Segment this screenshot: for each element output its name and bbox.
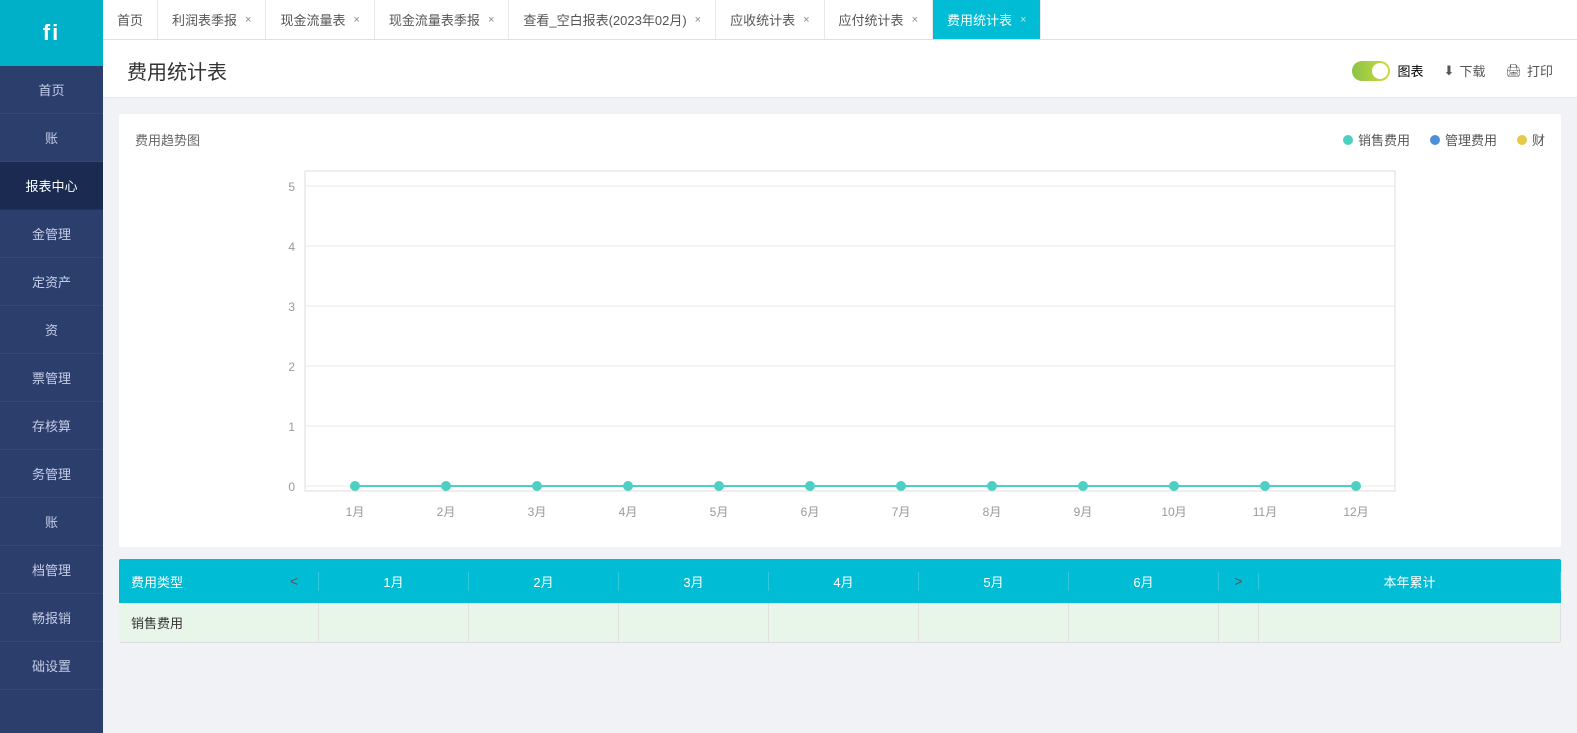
tab-cashflow[interactable]: 现金流量表 ×	[266, 0, 374, 39]
chart-toggle[interactable]	[1352, 61, 1390, 81]
th-type: 费用类型 <	[119, 572, 319, 591]
td-ytd	[1259, 603, 1561, 642]
sidebar: fi 首页 账 报表中心 金管理 定资产 资 票管理 存核算 务管理 账 档管理…	[0, 0, 103, 733]
chart-container: 5 4 3 2 1 0 1月 2月	[135, 161, 1545, 531]
th-m1: 1月	[319, 572, 469, 591]
legend-dot-sales	[1343, 135, 1353, 145]
svg-text:9月: 9月	[1074, 505, 1093, 519]
svg-text:7月: 7月	[892, 505, 911, 519]
sidebar-item-inventory[interactable]: 存核算	[0, 402, 103, 450]
svg-text:2: 2	[288, 360, 295, 374]
td-m4	[769, 603, 919, 642]
trend-chart: 5 4 3 2 1 0 1月 2月	[135, 161, 1545, 531]
tab-close-blank-report[interactable]: ×	[695, 14, 701, 26]
nav-next-arrow[interactable]: >	[1226, 573, 1250, 589]
header-actions: 图表 ⬇ 下载 🖨 打印	[1352, 61, 1553, 81]
legend-admin: 管理费用	[1430, 130, 1497, 149]
legend-label-finance: 财	[1532, 130, 1545, 149]
sidebar-item-salary[interactable]: 资	[0, 306, 103, 354]
svg-text:4: 4	[288, 240, 295, 254]
nav-next-cell: >	[1219, 573, 1259, 589]
sidebar-item-fund[interactable]: 金管理	[0, 210, 103, 258]
svg-text:2月: 2月	[437, 505, 456, 519]
tab-close-receivable[interactable]: ×	[803, 14, 809, 26]
td-m1	[319, 603, 469, 642]
svg-text:8月: 8月	[983, 505, 1002, 519]
td-m6	[1069, 603, 1219, 642]
chart-title: 费用趋势图	[135, 130, 200, 149]
td-m2	[469, 603, 619, 642]
tab-close-cashflow-q[interactable]: ×	[488, 14, 494, 26]
sidebar-item-sales[interactable]: 畅报销	[0, 594, 103, 642]
chart-toggle-wrap: 图表	[1352, 61, 1424, 81]
nav-prev-arrow[interactable]: <	[282, 573, 306, 589]
th-m3: 3月	[619, 572, 769, 591]
svg-text:4月: 4月	[619, 505, 638, 519]
table-row: 销售费用	[119, 603, 1561, 643]
svg-text:1: 1	[288, 420, 295, 434]
print-icon: 🖨	[1505, 63, 1522, 79]
th-m4: 4月	[769, 572, 919, 591]
page-title: 费用统计表	[127, 56, 227, 85]
tab-cashflow-q[interactable]: 现金流量表季报 ×	[375, 0, 509, 39]
download-button[interactable]: ⬇ 下载	[1444, 61, 1486, 80]
svg-text:3: 3	[288, 300, 295, 314]
tab-blank-report[interactable]: 查看_空白报表(2023年02月) ×	[509, 0, 716, 39]
tab-receivable[interactable]: 应收统计表 ×	[716, 0, 824, 39]
chart-toggle-label: 图表	[1398, 61, 1424, 80]
svg-text:0: 0	[288, 480, 295, 494]
th-m5: 5月	[919, 572, 1069, 591]
sidebar-item-account[interactable]: 账	[0, 114, 103, 162]
legend-label-sales: 销售费用	[1358, 130, 1410, 149]
sidebar-item-assets[interactable]: 定资产	[0, 258, 103, 306]
legend-label-admin: 管理费用	[1445, 130, 1497, 149]
legend-dot-admin	[1430, 135, 1440, 145]
legend-sales: 销售费用	[1343, 130, 1410, 149]
tab-bar: 首页 利润表季报 × 现金流量表 × 现金流量表季报 × 查看_空白报表(202…	[103, 0, 1577, 40]
download-icon: ⬇	[1444, 63, 1455, 79]
sidebar-item-settings[interactable]: 础设置	[0, 642, 103, 690]
sidebar-item-ledger[interactable]: 账	[0, 498, 103, 546]
sidebar-item-service[interactable]: 务管理	[0, 450, 103, 498]
th-ytd: 本年累计	[1259, 572, 1561, 591]
chart-legend: 销售费用 管理费用 财	[1343, 130, 1545, 149]
tab-close-cashflow[interactable]: ×	[353, 14, 359, 26]
svg-text:11月: 11月	[1253, 505, 1277, 519]
table-header: 费用类型 < 1月 2月 3月 4月 5月 6月 > 本年累计	[119, 559, 1561, 603]
sidebar-item-invoice[interactable]: 票管理	[0, 354, 103, 402]
sidebar-item-home[interactable]: 首页	[0, 66, 103, 114]
svg-text:6月: 6月	[801, 505, 820, 519]
print-button[interactable]: 🖨 打印	[1505, 61, 1553, 80]
td-m5	[919, 603, 1069, 642]
td-m3	[619, 603, 769, 642]
svg-text:5月: 5月	[710, 505, 729, 519]
tab-expense[interactable]: 费用统计表 ×	[933, 0, 1041, 39]
svg-text:10月: 10月	[1161, 505, 1186, 519]
page-header: 费用统计表 图表 ⬇ 下载 🖨 打印	[103, 40, 1577, 98]
svg-text:1月: 1月	[346, 505, 365, 519]
svg-text:12月: 12月	[1343, 505, 1368, 519]
svg-text:5: 5	[288, 180, 295, 194]
chart-section: 费用趋势图 销售费用 管理费用 财	[119, 114, 1561, 547]
tab-close-payable[interactable]: ×	[912, 14, 918, 26]
sidebar-item-archive[interactable]: 档管理	[0, 546, 103, 594]
tab-home[interactable]: 首页	[103, 0, 158, 39]
td-type: 销售费用	[119, 603, 319, 642]
content-area: 费用统计表 图表 ⬇ 下载 🖨 打印 费用趋势图	[103, 40, 1577, 733]
td-nav	[1219, 603, 1259, 642]
legend-finance: 财	[1517, 130, 1545, 149]
chart-header: 费用趋势图 销售费用 管理费用 财	[135, 130, 1545, 149]
legend-dot-finance	[1517, 135, 1527, 145]
th-m2: 2月	[469, 572, 619, 591]
sidebar-logo: fi	[0, 0, 103, 66]
tab-payable[interactable]: 应付统计表 ×	[825, 0, 933, 39]
sidebar-item-reports[interactable]: 报表中心	[0, 162, 103, 210]
tab-profit[interactable]: 利润表季报 ×	[158, 0, 266, 39]
main-area: 首页 利润表季报 × 现金流量表 × 现金流量表季报 × 查看_空白报表(202…	[103, 0, 1577, 733]
tab-close-expense[interactable]: ×	[1020, 14, 1026, 26]
th-m6: 6月	[1069, 572, 1219, 591]
svg-text:3月: 3月	[528, 505, 547, 519]
expense-table: 费用类型 < 1月 2月 3月 4月 5月 6月 > 本年累计 销售费用	[119, 559, 1561, 643]
tab-close-profit[interactable]: ×	[245, 14, 251, 26]
